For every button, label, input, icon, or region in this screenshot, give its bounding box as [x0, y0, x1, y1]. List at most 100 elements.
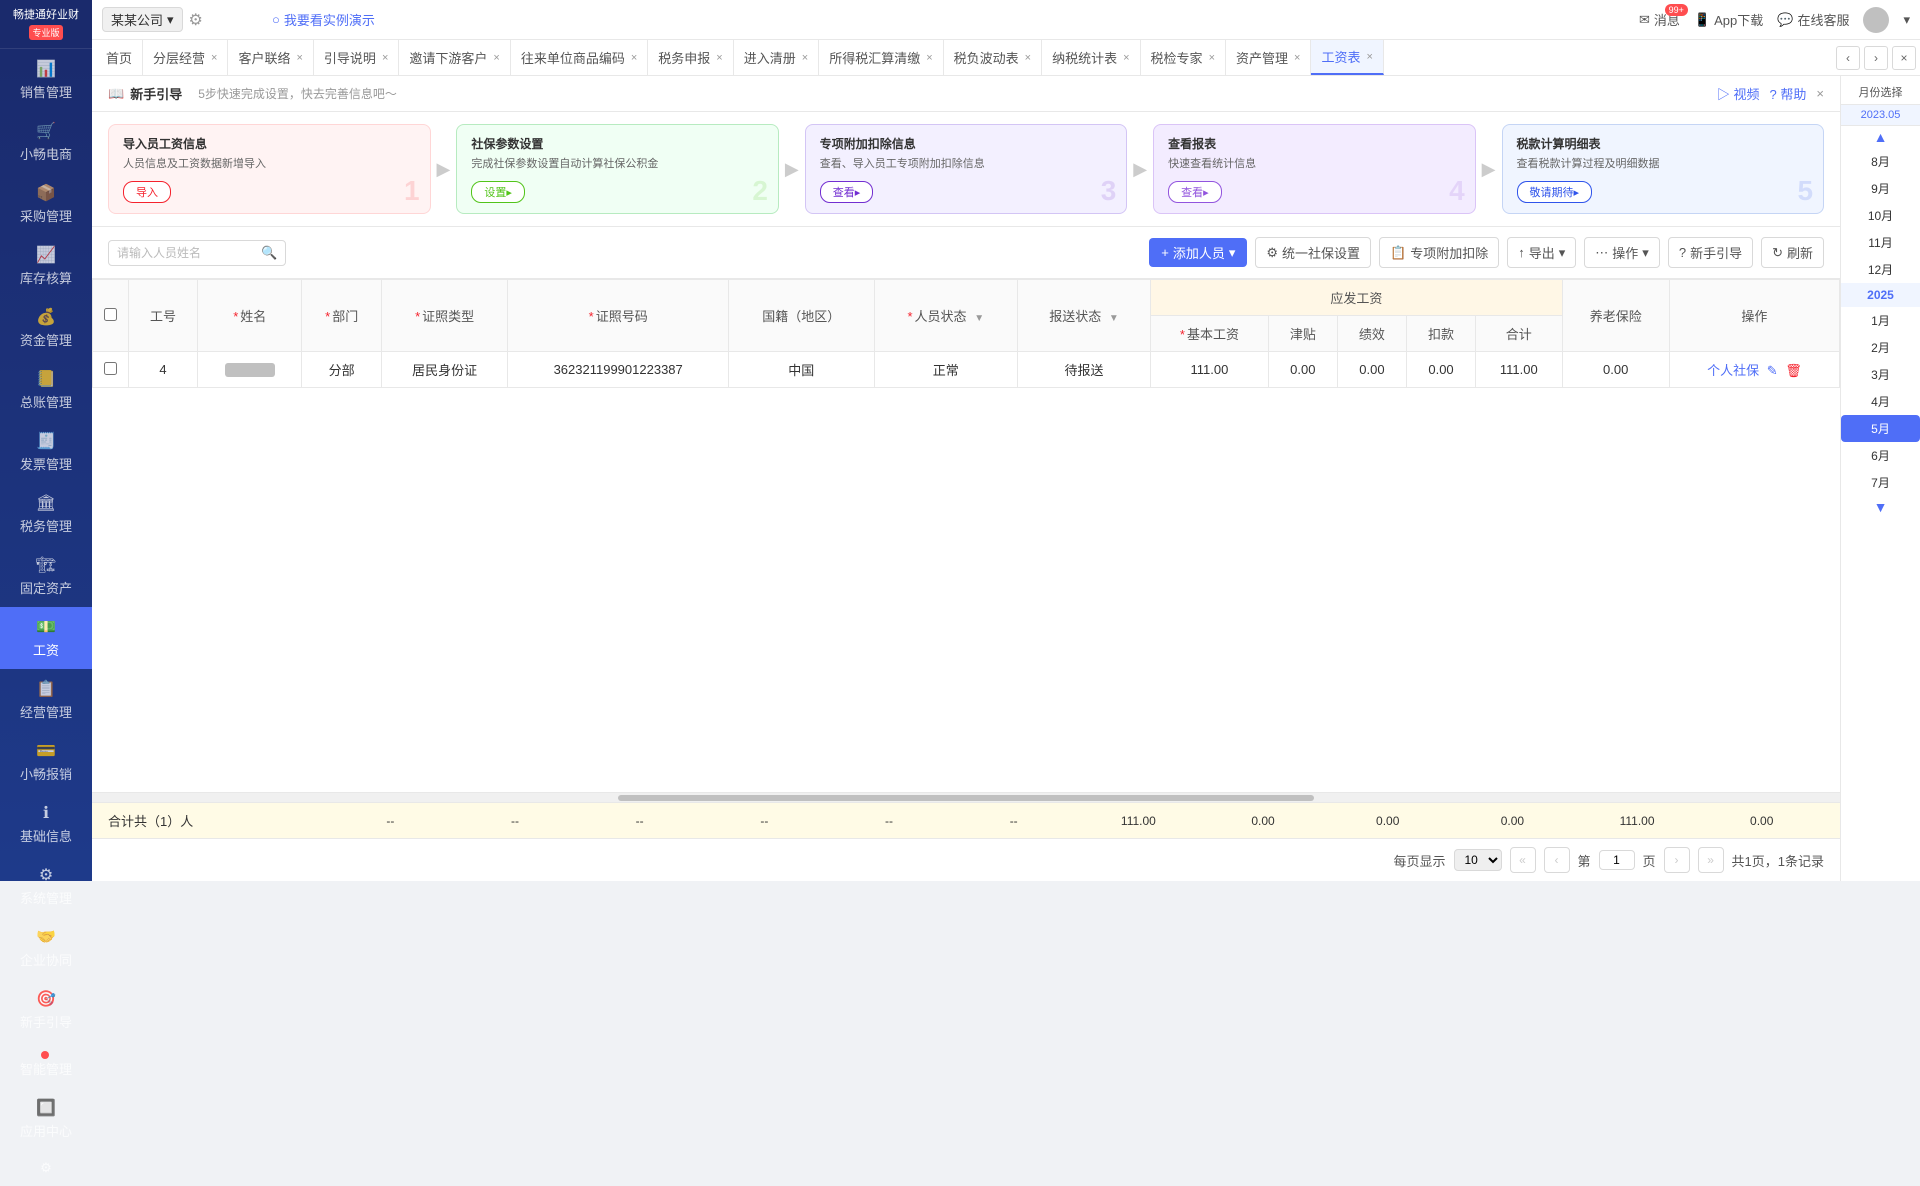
new-guide-btn[interactable]: ? 新手引导: [1668, 237, 1753, 268]
month-item-11[interactable]: 11月: [1841, 229, 1920, 256]
month-item-6[interactable]: 6月: [1841, 442, 1920, 469]
search-icon[interactable]: 🔍: [261, 245, 277, 261]
tab-income-tax[interactable]: 所得税汇算清缴 ×: [819, 40, 943, 75]
step-2-btn[interactable]: 设置▸: [471, 181, 525, 203]
sidebar-item-invoice[interactable]: 🧾 发票管理: [0, 421, 92, 483]
tab-layered[interactable]: 分层经营 ×: [143, 40, 228, 75]
row-checkbox[interactable]: [104, 362, 117, 375]
sidebar-item-assets[interactable]: 🏗 固定资产: [0, 545, 92, 607]
month-item-4[interactable]: 4月: [1841, 388, 1920, 415]
month-up-btn[interactable]: ▲: [1874, 129, 1888, 145]
month-item-10[interactable]: 10月: [1841, 202, 1920, 229]
search-input[interactable]: [117, 246, 257, 260]
month-down-btn[interactable]: ▼: [1874, 499, 1888, 515]
page-input[interactable]: [1599, 850, 1635, 870]
sidebar-item-operations[interactable]: 📋 经营管理: [0, 669, 92, 731]
tab-close-icon[interactable]: ×: [211, 52, 217, 64]
unified-settings-btn[interactable]: ⚙ 统一社保设置: [1255, 237, 1371, 268]
month-item-12[interactable]: 12月: [1841, 256, 1920, 283]
tab-close-icon[interactable]: ×: [926, 52, 932, 64]
tab-product-code[interactable]: 往来单位商品编码 ×: [511, 40, 648, 75]
personal-insurance-link[interactable]: 个人社保: [1707, 363, 1759, 378]
sidebar-item-tax[interactable]: 🏛 税务管理: [0, 483, 92, 545]
delete-icon[interactable]: 🗑: [1785, 363, 1802, 378]
tab-close-icon[interactable]: ×: [382, 52, 388, 64]
sidebar-item-collab[interactable]: 🤝 企业协同: [0, 917, 92, 979]
filter-icon[interactable]: ▼: [974, 313, 984, 324]
prev-page-btn[interactable]: ‹: [1544, 847, 1570, 873]
operation-btn[interactable]: ⋯ 操作 ▾: [1584, 237, 1660, 268]
sidebar-item-inventory[interactable]: 📈 库存核算: [0, 235, 92, 297]
export-btn[interactable]: ↑ 导出 ▾: [1507, 237, 1576, 268]
step-3-btn[interactable]: 查看▸: [820, 181, 874, 203]
sidebar-item-finance[interactable]: 💰 资金管理: [0, 297, 92, 359]
scrollbar-thumb[interactable]: [618, 795, 1314, 801]
tab-tax-report[interactable]: 税务申报 ×: [648, 40, 733, 75]
tab-close-icon[interactable]: ×: [1123, 52, 1129, 64]
tab-next-btn[interactable]: ›: [1864, 46, 1888, 70]
tab-close-icon[interactable]: ×: [1209, 52, 1215, 64]
month-item-7[interactable]: 7月: [1841, 469, 1920, 496]
tab-prev-btn[interactable]: ‹: [1836, 46, 1860, 70]
select-all-checkbox[interactable]: [104, 308, 117, 321]
month-item-3[interactable]: 3月: [1841, 361, 1920, 388]
sidebar-item-ledger[interactable]: 📒 总账管理: [0, 359, 92, 421]
month-item-1[interactable]: 1月: [1841, 307, 1920, 334]
sidebar-item-basic-info[interactable]: ℹ 基础信息: [0, 793, 92, 855]
guide-help-btn[interactable]: ? 帮助: [1770, 84, 1807, 103]
demo-link[interactable]: ○ 我要看实例演示: [272, 10, 375, 29]
sidebar-item-sales[interactable]: 📊 销售管理: [0, 49, 92, 111]
sidebar-item-ecommerce[interactable]: 🛒 小畅电商: [0, 111, 92, 173]
tab-close-icon[interactable]: ×: [802, 52, 808, 64]
guide-close-btn[interactable]: ×: [1816, 86, 1824, 101]
tab-customer[interactable]: 客户联络 ×: [228, 40, 313, 75]
sidebar-item-purchase[interactable]: 📦 采购管理: [0, 173, 92, 235]
tab-close-all-btn[interactable]: ×: [1892, 46, 1916, 70]
step-5-btn[interactable]: 敬请期待▸: [1517, 181, 1593, 203]
tab-home[interactable]: 首页: [96, 40, 143, 75]
online-service-btn[interactable]: 💬 在线客服: [1777, 10, 1849, 29]
tab-register[interactable]: 进入清册 ×: [734, 40, 819, 75]
month-item-5[interactable]: 5月: [1841, 415, 1920, 442]
tab-guide-intro[interactable]: 引导说明 ×: [314, 40, 399, 75]
step-1-btn[interactable]: 导入: [123, 181, 171, 203]
next-page-btn[interactable]: ›: [1664, 847, 1690, 873]
add-person-btn[interactable]: + 添加人员 ▾: [1149, 238, 1247, 267]
step-4-btn[interactable]: 查看▸: [1168, 181, 1222, 203]
tab-close-icon[interactable]: ×: [296, 52, 302, 64]
settings-icon[interactable]: ⚙: [189, 10, 203, 30]
tab-tax-burden[interactable]: 税负波动表 ×: [944, 40, 1042, 75]
month-item-2[interactable]: 2月: [1841, 334, 1920, 361]
first-page-btn[interactable]: «: [1510, 847, 1536, 873]
page-size-select[interactable]: 10 20 50: [1454, 849, 1502, 871]
user-name-area[interactable]: ▾: [1903, 12, 1910, 28]
tab-asset-mgmt[interactable]: 资产管理 ×: [1226, 40, 1311, 75]
last-page-btn[interactable]: »: [1698, 847, 1724, 873]
tab-close-icon[interactable]: ×: [716, 52, 722, 64]
tab-tax-stats[interactable]: 纳税统计表 ×: [1042, 40, 1140, 75]
guide-video-btn[interactable]: ▷ 视频: [1717, 84, 1760, 103]
sidebar-item-guide[interactable]: 🎯 新手引导: [0, 979, 92, 1041]
month-item-8[interactable]: 8月: [1841, 148, 1920, 175]
filter-icon[interactable]: ▼: [1109, 313, 1119, 324]
edit-icon[interactable]: ✎: [1767, 363, 1778, 378]
tab-tax-expert[interactable]: 税检专家 ×: [1141, 40, 1226, 75]
sidebar-item-system[interactable]: ⚙ 系统管理: [0, 855, 92, 917]
app-download-btn[interactable]: 📱 App下载: [1694, 10, 1763, 29]
sidebar-item-salary[interactable]: 💵 工资: [0, 607, 92, 669]
company-selector[interactable]: 某某公司 ▾: [102, 7, 183, 32]
user-avatar[interactable]: [1863, 7, 1889, 33]
special-deduction-btn[interactable]: 📋 专项附加扣除: [1379, 237, 1499, 268]
sidebar-item-ai[interactable]: 智能管理: [0, 1041, 92, 1088]
sidebar-settings[interactable]: ⚙: [0, 1150, 92, 1186]
message-btn[interactable]: ✉ 消息 99+: [1639, 10, 1680, 29]
tab-invite[interactable]: 邀请下游客户 ×: [399, 40, 510, 75]
month-panel-year[interactable]: 2023.05: [1841, 105, 1920, 126]
tab-close-icon[interactable]: ×: [1366, 51, 1372, 63]
tab-close-icon[interactable]: ×: [631, 52, 637, 64]
tab-close-icon[interactable]: ×: [1025, 52, 1031, 64]
refresh-btn[interactable]: ↻ 刷新: [1761, 237, 1824, 268]
sidebar-item-expense[interactable]: 💳 小畅报销: [0, 731, 92, 793]
tab-close-icon[interactable]: ×: [493, 52, 499, 64]
tab-close-icon[interactable]: ×: [1294, 52, 1300, 64]
